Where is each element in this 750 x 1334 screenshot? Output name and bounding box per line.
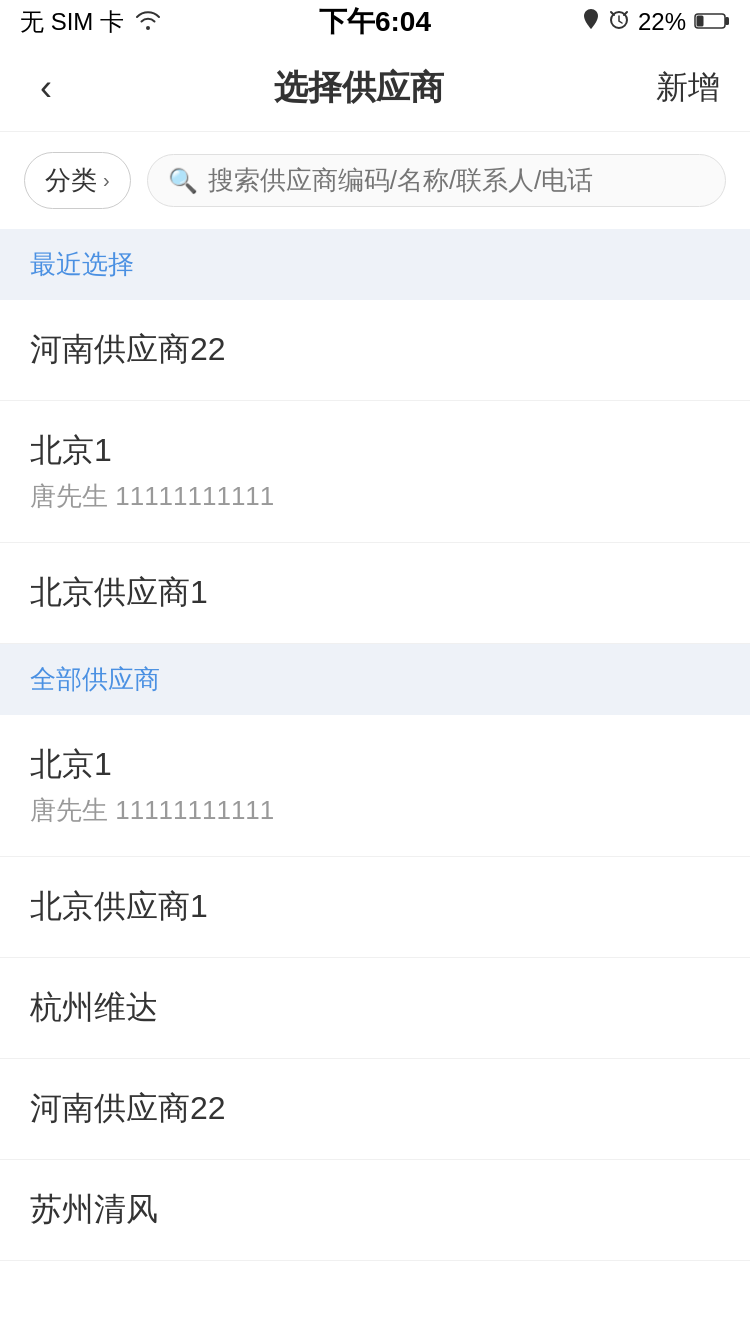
list-item[interactable]: 北京供应商1 (0, 857, 750, 958)
svg-rect-2 (725, 17, 729, 25)
item-name: 河南供应商22 (30, 1087, 720, 1131)
add-button[interactable]: 新增 (656, 66, 720, 110)
search-icon: 🔍 (168, 167, 198, 195)
all-section-label: 全部供应商 (30, 664, 160, 694)
item-name: 北京供应商1 (30, 885, 720, 929)
category-button[interactable]: 分类 › (24, 152, 131, 209)
all-list: 北京1 唐先生 11111111111 北京供应商1 杭州维达河南供应商22 苏州清风 (0, 715, 750, 1261)
list-item[interactable]: 河南供应商22 (0, 300, 750, 401)
list-item[interactable]: 苏州清风 (0, 1160, 750, 1261)
recent-list: 河南供应商22 北京1 唐先生 11111111111 北京供应商1 (0, 300, 750, 644)
all-section-header: 全部供应商 (0, 644, 750, 715)
list-item[interactable]: 北京1 唐先生 11111111111 (0, 715, 750, 857)
recent-section-header: 最近选择 (0, 229, 750, 300)
item-sub: 唐先生 11111111111 (30, 479, 720, 514)
location-icon (582, 8, 600, 36)
list-item[interactable]: 北京供应商1 (0, 543, 750, 644)
list-item[interactable]: 河南供应商22 (0, 1059, 750, 1160)
nav-bar: ‹ 选择供应商 新增 (0, 44, 750, 132)
recent-section-label: 最近选择 (30, 249, 134, 279)
battery-icon (694, 8, 730, 36)
item-sub: 唐先生 11111111111 (30, 793, 720, 828)
svg-rect-3 (697, 16, 704, 27)
search-input[interactable] (208, 165, 705, 196)
battery-text: 22% (638, 8, 686, 36)
search-box[interactable]: 🔍 (147, 154, 726, 207)
carrier-text: 无 SIM 卡 (20, 6, 124, 38)
status-right: 22% (582, 8, 730, 36)
item-name: 北京1 (30, 743, 720, 787)
item-name: 杭州维达 (30, 986, 720, 1030)
category-label: 分类 (45, 163, 97, 198)
chevron-right-icon: › (103, 169, 110, 192)
list-item[interactable]: 杭州维达 (0, 958, 750, 1059)
item-name: 河南供应商22 (30, 328, 720, 372)
filter-row: 分类 › 🔍 (0, 132, 750, 229)
page-title: 选择供应商 (274, 65, 444, 111)
item-name: 北京1 (30, 429, 720, 473)
status-bar: 无 SIM 卡 下午6:04 22% (0, 0, 750, 44)
back-button[interactable]: ‹ (30, 57, 62, 119)
list-item[interactable]: 北京1 唐先生 11111111111 (0, 401, 750, 543)
item-name: 北京供应商1 (30, 571, 720, 615)
alarm-icon (608, 8, 630, 36)
status-left: 无 SIM 卡 (20, 6, 162, 38)
item-name: 苏州清风 (30, 1188, 720, 1232)
status-time: 下午6:04 (319, 3, 431, 41)
wifi-icon (134, 8, 162, 36)
